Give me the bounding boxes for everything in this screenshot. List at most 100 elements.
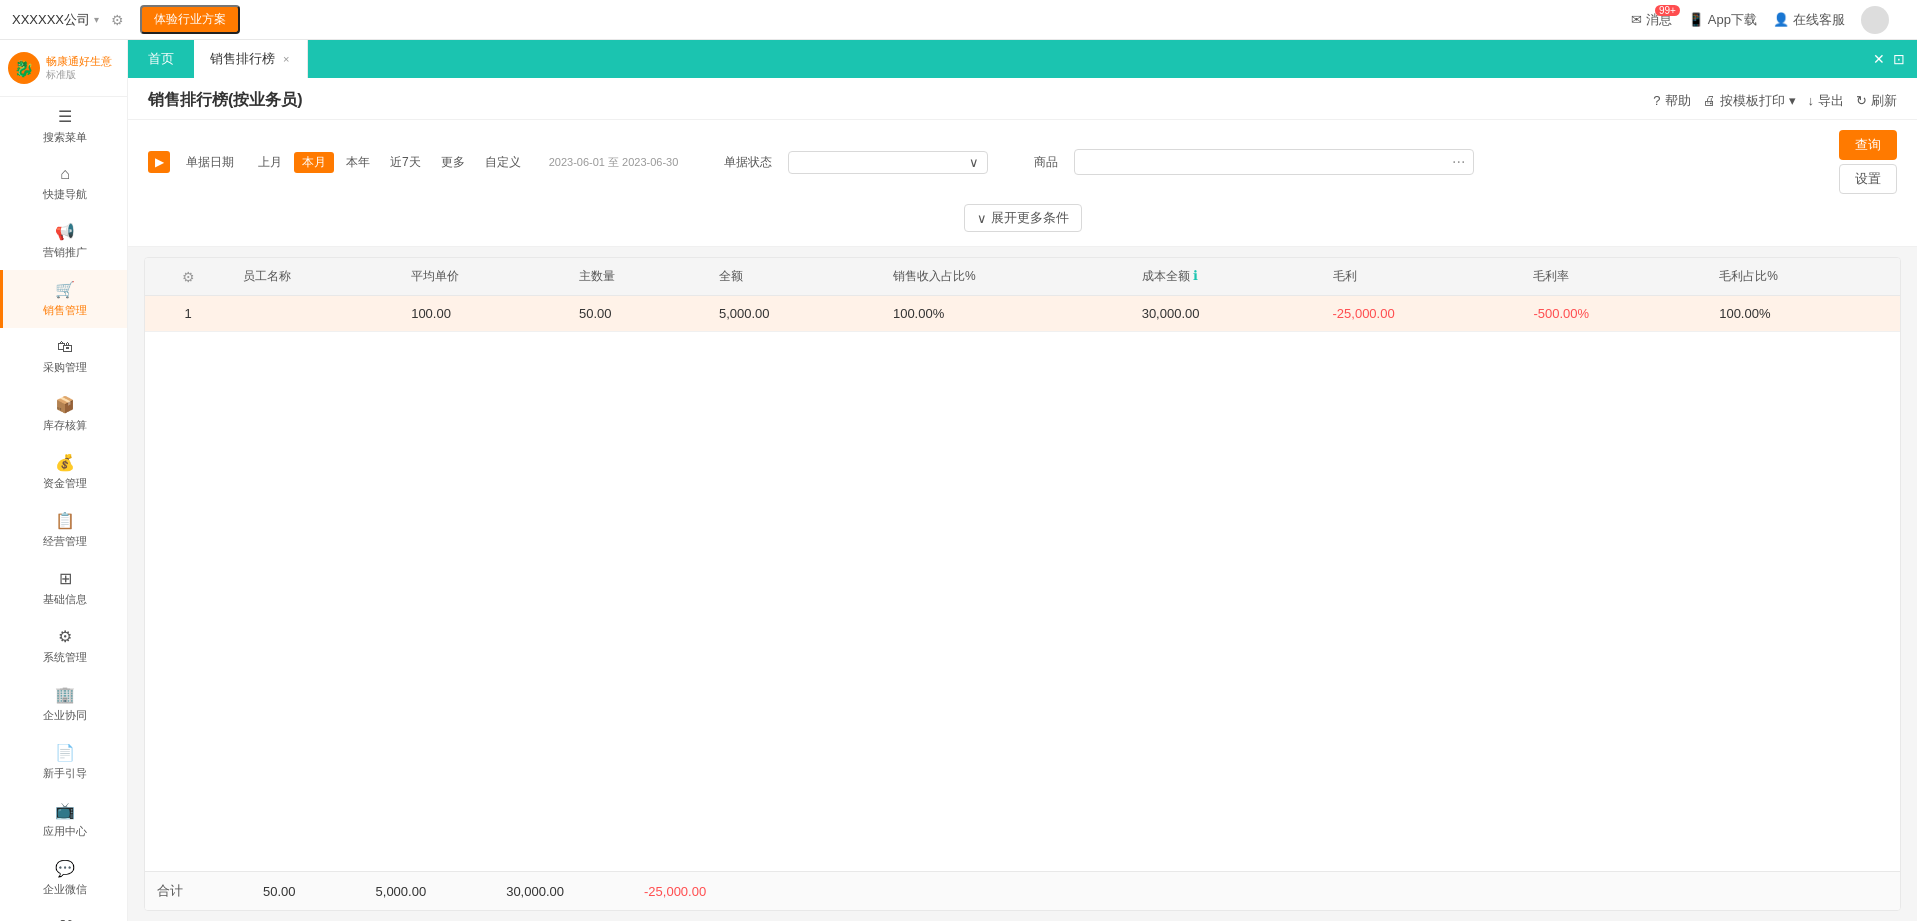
sidebar-label-quick-nav: 快捷导航 [43, 187, 87, 202]
footer-gross: -25,000.00 [644, 884, 706, 899]
search-menu-icon: ☰ [58, 107, 72, 126]
avatar[interactable] [1861, 6, 1889, 34]
messages-badge: 99+ [1655, 5, 1680, 16]
message-icon: ✉ [1631, 12, 1642, 27]
filter-tab-7days[interactable]: 近7天 [382, 152, 429, 173]
trial-button[interactable]: 体验行业方案 [140, 5, 240, 34]
settings-icon[interactable]: ⚙ [111, 12, 124, 28]
col-gear: ⚙ [145, 258, 231, 296]
tab-home[interactable]: 首页 [128, 40, 194, 78]
sidebar-item-purchase[interactable]: 🛍 采购管理 [0, 328, 127, 385]
cost-info-icon[interactable]: ℹ [1193, 268, 1198, 283]
footer-label: 合计 [157, 882, 183, 900]
logo-icon: 🐉 [8, 52, 40, 84]
sidebar-item-sales[interactable]: 🛒 销售管理 [0, 270, 127, 328]
expand-row: ∨ 展开更多条件 [148, 198, 1897, 236]
goods-select[interactable]: ··· [1074, 149, 1474, 175]
sidebar-item-guide[interactable]: 📄 新手引导 [0, 733, 127, 791]
sidebar-item-finance[interactable]: 💰 资金管理 [0, 443, 127, 501]
marketing-icon: 📢 [55, 222, 75, 241]
cell-gross-pct: 100.00% [1707, 296, 1900, 332]
print-arrow-icon: ▾ [1789, 93, 1796, 108]
refresh-button[interactable]: ↻ 刷新 [1856, 92, 1897, 110]
page-actions: ? 帮助 🖨 按模板打印 ▾ ↓ 导出 ↻ [1653, 92, 1897, 110]
col-employee-name: 员工名称 [231, 258, 399, 296]
sidebar-label-system: 系统管理 [43, 650, 87, 665]
sidebar-label-sales: 销售管理 [43, 303, 87, 318]
cell-gross-rate: -500.00% [1521, 296, 1707, 332]
system-icon: ⚙ [58, 627, 72, 646]
maximize-icon[interactable]: ⊡ [1893, 51, 1905, 67]
col-avg-price: 平均单价 [399, 258, 567, 296]
sidebar-item-operations[interactable]: 📋 经营管理 [0, 501, 127, 559]
filter-collapse-btn[interactable]: ▶ [148, 151, 170, 173]
sidebar-label-basic: 基础信息 [43, 592, 87, 607]
tab-close-icon[interactable]: × [281, 51, 291, 67]
status-select[interactable]: ∨ [788, 151, 988, 174]
sidebar-label-purchase: 采购管理 [43, 360, 87, 375]
filter-tab-more[interactable]: 更多 [433, 152, 473, 173]
sidebar-item-quick-nav[interactable]: ⌂ 快捷导航 [0, 155, 127, 212]
tab-sales-ranking[interactable]: 销售排行榜 × [194, 40, 308, 78]
sidebar-label-marketing: 营销推广 [43, 245, 87, 260]
settings-button[interactable]: 设置 [1839, 164, 1897, 194]
sidebar-item-inventory[interactable]: 📦 库存核算 [0, 385, 127, 443]
col-gross: 毛利 [1321, 258, 1522, 296]
print-button[interactable]: 🖨 按模板打印 ▾ [1703, 92, 1796, 110]
col-sales-pct: 销售收入占比% [881, 258, 1130, 296]
sales-icon: 🛒 [55, 280, 75, 299]
col-amount: 全额 [707, 258, 881, 296]
content-area: 首页 销售排行榜 × ✕ ⊡ 销售排行榜(按业务员) ? 帮助 [128, 40, 1917, 921]
sidebar-item-basic[interactable]: ⊞ 基础信息 [0, 559, 127, 617]
table-footer: 合计 50.00 5,000.00 30,000.00 -25,000.00 [145, 871, 1900, 910]
help-button[interactable]: ? 帮助 [1653, 92, 1690, 110]
print-label: 按模板打印 [1720, 92, 1785, 110]
sidebar-item-wechat[interactable]: 💬 企业微信 [0, 849, 127, 907]
app-label: App下载 [1708, 11, 1757, 29]
company-selector[interactable]: XXXXXX公司 ▾ [12, 11, 99, 29]
status-label: 单据状态 [724, 154, 772, 171]
table-row: 1 100.00 50.00 5,000.00 100.00% 30,000.0… [145, 296, 1900, 332]
service-icon: 👤 [1773, 12, 1789, 27]
export-button[interactable]: ↓ 导出 [1808, 92, 1845, 110]
online-service-button[interactable]: 👤 在线客服 [1773, 11, 1845, 29]
goods-dots-icon: ··· [1452, 153, 1465, 171]
help-icon: ? [1653, 93, 1660, 108]
operations-icon: 📋 [55, 511, 75, 530]
sidebar-item-enterprise[interactable]: 🏢 企业协同 [0, 675, 127, 733]
col-gross-rate: 毛利率 [1521, 258, 1707, 296]
messages-button[interactable]: ✉ 消息 99+ [1631, 11, 1672, 29]
sidebar-label-operations: 经营管理 [43, 534, 87, 549]
expand-conditions-button[interactable]: ∨ 展开更多条件 [964, 204, 1082, 232]
service-label: 在线客服 [1793, 11, 1845, 29]
print-icon: 🖨 [1703, 93, 1716, 108]
page-content: 销售排行榜(按业务员) ? 帮助 🖨 按模板打印 ▾ ↓ [128, 78, 1917, 921]
filter-right-buttons: 查询 设置 [1839, 130, 1897, 194]
cell-avg-price: 100.00 [399, 296, 567, 332]
footer-amount: 5,000.00 [376, 884, 427, 899]
app-icon: 📱 [1688, 12, 1704, 27]
sidebar-item-system[interactable]: ⚙ 系统管理 [0, 617, 127, 675]
cell-cost: 30,000.00 [1130, 296, 1321, 332]
filter-tab-prev[interactable]: 上月 [250, 152, 290, 173]
home-icon: ⌂ [60, 165, 70, 183]
sidebar-item-appstore[interactable]: 📺 应用中心 [0, 791, 127, 849]
sidebar-label-appstore: 应用中心 [43, 824, 87, 839]
close-window-icon[interactable]: ✕ [1873, 51, 1885, 67]
query-button[interactable]: 查询 [1839, 130, 1897, 160]
status-arrow-icon: ∨ [969, 155, 979, 170]
enterprise-icon: 🏢 [55, 685, 75, 704]
cell-amount: 5,000.00 [707, 296, 881, 332]
cell-qty: 50.00 [567, 296, 707, 332]
inventory-icon: 📦 [55, 395, 75, 414]
sidebar-item-member[interactable]: V 畅会员 [0, 907, 127, 921]
filter-tab-cur[interactable]: 本月 [294, 152, 334, 173]
filter-tab-custom[interactable]: 自定义 [477, 152, 529, 173]
filter-tab-year[interactable]: 本年 [338, 152, 378, 173]
column-settings-icon[interactable]: ⚙ [182, 269, 195, 285]
app-download-button[interactable]: 📱 App下载 [1688, 11, 1757, 29]
footer-cost: 30,000.00 [506, 884, 564, 899]
sidebar-item-marketing[interactable]: 📢 营销推广 [0, 212, 127, 270]
cell-sales-pct: 100.00% [881, 296, 1130, 332]
sidebar-item-search[interactable]: ☰ 搜索菜单 [0, 97, 127, 155]
